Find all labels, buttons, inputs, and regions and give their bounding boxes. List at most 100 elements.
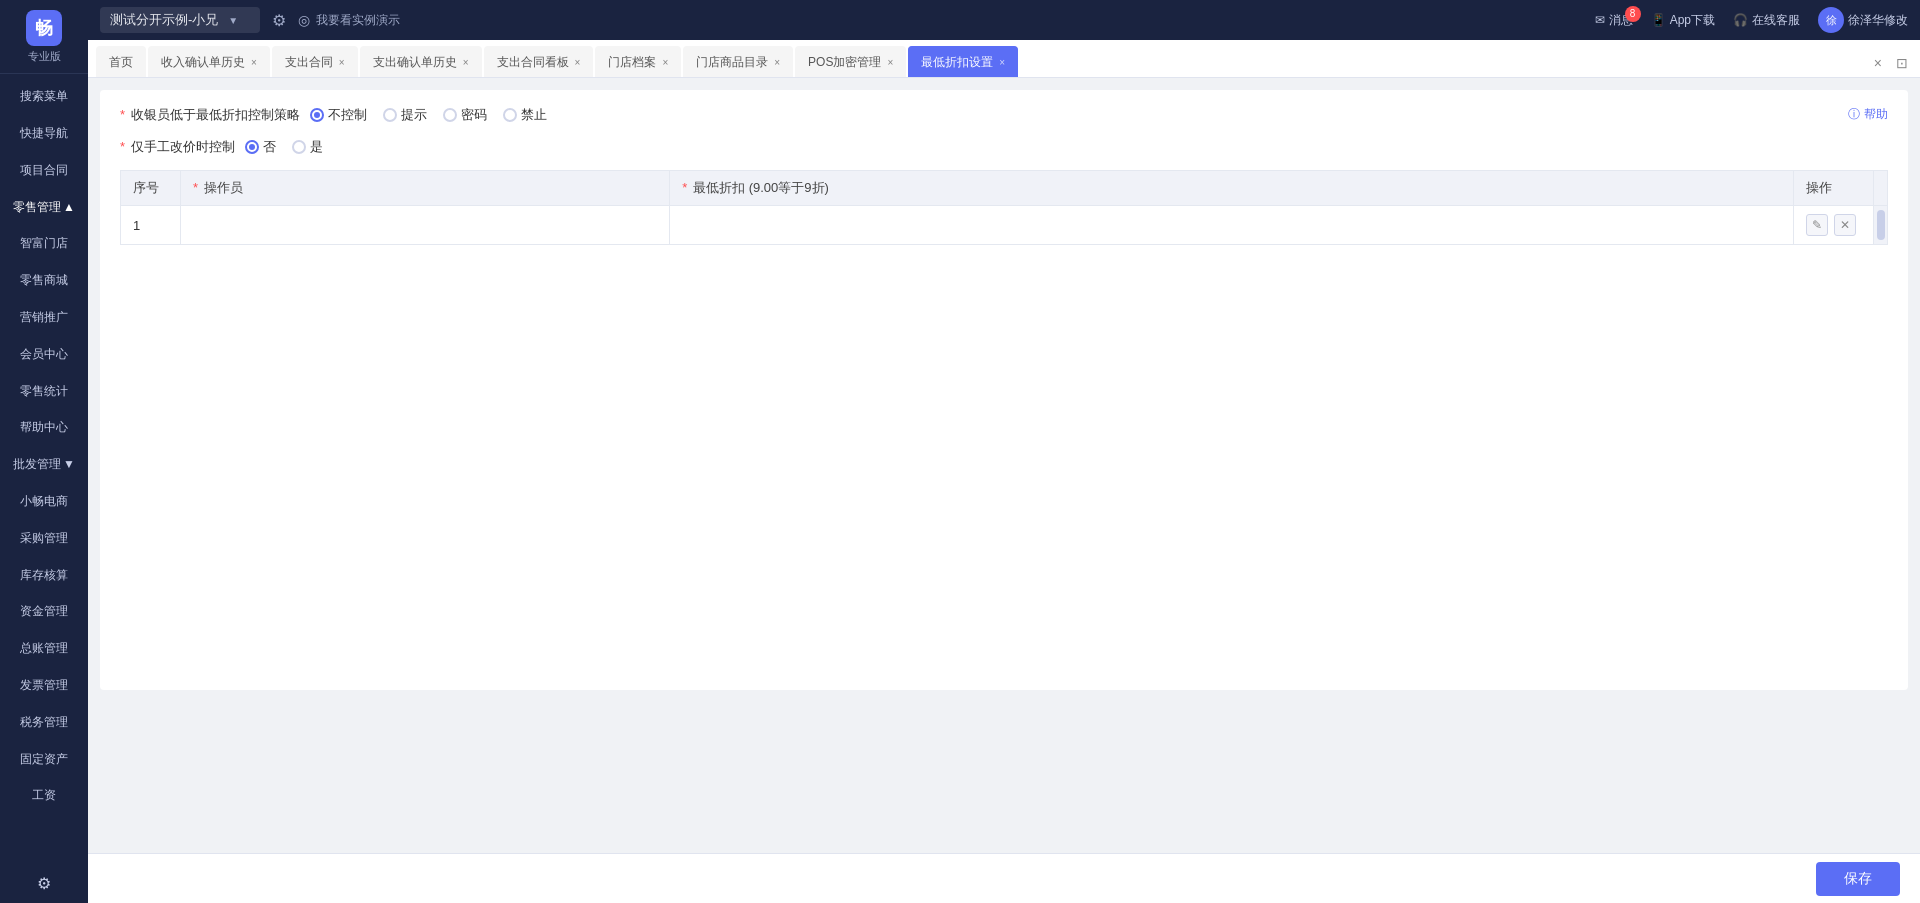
sidebar-item-assets[interactable]: 固定资产 (0, 741, 88, 778)
tab-pos-pwd[interactable]: POS加密管理 × (795, 46, 906, 78)
tab-min-discount[interactable]: 最低折扣设置 × (908, 46, 1018, 78)
sidebar-item-contract[interactable]: 项目合同 (0, 152, 88, 189)
tab-min-discount-label: 最低折扣设置 (921, 54, 993, 71)
tab-expense-confirm-history-label: 支出确认单历史 (373, 54, 457, 71)
tab-store-product-label: 门店商品目录 (696, 54, 768, 71)
messages-badge: 8 (1625, 6, 1641, 22)
tab-expense-contract-board[interactable]: 支出合同看板 × (484, 46, 594, 78)
manual-price-label: * 仅手工改价时控制 (120, 138, 235, 156)
col-min-discount-header: * 最低折扣 (9.00等于9折) (670, 171, 1794, 206)
sidebar-item-salary[interactable]: 工资 (0, 777, 88, 814)
discount-control-label: * 收银员低于最低折扣控制策略 (120, 106, 300, 124)
project-name: 测试分开示例-小兄 (110, 11, 218, 29)
sidebar-item-smart-store[interactable]: 智富门店 (0, 225, 88, 262)
tab-expense-confirm-history-close[interactable]: × (463, 57, 469, 68)
help-label: 帮助 (1864, 106, 1888, 123)
maximize-tab-button[interactable]: ⊡ (1892, 53, 1912, 73)
online-support-button[interactable]: 🎧 在线客服 (1733, 12, 1800, 29)
messages-button[interactable]: ✉ 消息 8 (1595, 12, 1633, 29)
sidebar-item-wholesale[interactable]: 批发管理 ▼ (0, 446, 88, 483)
tabbar: 首页 收入确认单历史 × 支出合同 × 支出确认单历史 × 支出合同看板 × 门… (88, 40, 1920, 78)
sidebar-bottom: ⚙ (0, 864, 88, 903)
radio-manual-yes[interactable]: 是 (292, 138, 323, 156)
sidebar-item-search[interactable]: 搜索菜单 (0, 78, 88, 115)
help-button[interactable]: ⓘ 帮助 (1848, 106, 1888, 123)
sidebar-item-purchase[interactable]: 采购管理 (0, 520, 88, 557)
sidebar-item-ecommerce[interactable]: 小畅电商 (0, 483, 88, 520)
avatar: 徐 (1818, 7, 1844, 33)
tab-expense-contract-board-label: 支出合同看板 (497, 54, 569, 71)
help-circle-icon: ⓘ (1848, 106, 1860, 123)
tab-expense-contract-close[interactable]: × (339, 57, 345, 68)
tab-income-history-label: 收入确认单历史 (161, 54, 245, 71)
content-area: ⓘ 帮助 * 收银员低于最低折扣控制策略 不控制 提示 (88, 78, 1920, 853)
tab-expense-confirm-history[interactable]: 支出确认单历史 × (360, 46, 482, 78)
sidebar-item-inventory[interactable]: 库存核算 (0, 557, 88, 594)
delete-row-button[interactable]: ✕ (1834, 214, 1856, 236)
tab-min-discount-close[interactable]: × (999, 57, 1005, 68)
tab-expense-contract-board-close[interactable]: × (575, 57, 581, 68)
col-scrollbar-header (1874, 171, 1888, 206)
sidebar-item-member[interactable]: 会员中心 (0, 336, 88, 373)
radio-no-control-circle (310, 108, 324, 122)
chevron-up-icon: ▲ (63, 199, 75, 216)
tabbar-actions: × ⊡ (1870, 53, 1912, 77)
scrollbar-handle (1877, 210, 1885, 240)
tab-store-product[interactable]: 门店商品目录 × (683, 46, 793, 78)
topbar-settings-button[interactable]: ⚙ (272, 11, 286, 30)
radio-forbid-circle (503, 108, 517, 122)
radio-manual-yes-circle (292, 140, 306, 154)
sidebar-item-quicknav[interactable]: 快捷导航 (0, 115, 88, 152)
radio-password[interactable]: 密码 (443, 106, 487, 124)
close-tab-button[interactable]: × (1870, 53, 1886, 73)
sidebar-item-help[interactable]: 帮助中心 (0, 409, 88, 446)
sidebar-item-marketing[interactable]: 营销推广 (0, 299, 88, 336)
user-menu-button[interactable]: 徐 徐泽华修改 (1818, 7, 1908, 33)
sidebar-item-funds[interactable]: 资金管理 (0, 593, 88, 630)
app-download-label: App下载 (1670, 12, 1715, 29)
topbar: 测试分开示例-小兄 ▼ ⚙ ◎ 我要看实例演示 ✉ 消息 8 📱 App下载 🎧… (88, 0, 1920, 40)
sidebar-item-stats[interactable]: 零售统计 (0, 373, 88, 410)
radio-forbid[interactable]: 禁止 (503, 106, 547, 124)
main-area: 测试分开示例-小兄 ▼ ⚙ ◎ 我要看实例演示 ✉ 消息 8 📱 App下载 🎧… (88, 0, 1920, 903)
demo-link[interactable]: ◎ 我要看实例演示 (298, 12, 400, 29)
radio-hint-circle (383, 108, 397, 122)
radio-hint[interactable]: 提示 (383, 106, 427, 124)
sidebar-item-retail[interactable]: 零售管理 ▲ (0, 189, 88, 226)
project-selector[interactable]: 测试分开示例-小兄 ▼ (100, 7, 260, 33)
user-name: 徐泽华修改 (1848, 12, 1908, 29)
tab-store-archive-close[interactable]: × (662, 57, 668, 68)
cell-operator[interactable] (181, 206, 670, 245)
discount-control-row: * 收银员低于最低折扣控制策略 不控制 提示 密码 (120, 106, 1888, 124)
tab-income-history-close[interactable]: × (251, 57, 257, 68)
app-download-button[interactable]: 📱 App下载 (1651, 12, 1715, 29)
page-card: ⓘ 帮助 * 收银员低于最低折扣控制策略 不控制 提示 (100, 90, 1908, 690)
sidebar-item-tax[interactable]: 税务管理 (0, 704, 88, 741)
col-actions-header: 操作 (1794, 171, 1874, 206)
sidebar-item-ledger[interactable]: 总账管理 (0, 630, 88, 667)
col-seq-header: 序号 (121, 171, 181, 206)
sidebar-settings-button[interactable]: ⚙ (37, 874, 51, 893)
tab-expense-contract[interactable]: 支出合同 × (272, 46, 358, 78)
save-button[interactable]: 保存 (1816, 862, 1900, 896)
tab-income-history[interactable]: 收入确认单历史 × (148, 46, 270, 78)
tab-store-archive[interactable]: 门店档案 × (595, 46, 681, 78)
manual-price-row: * 仅手工改价时控制 否 是 (120, 138, 1888, 156)
tab-pos-pwd-close[interactable]: × (887, 57, 893, 68)
radio-no-control[interactable]: 不控制 (310, 106, 367, 124)
radio-password-circle (443, 108, 457, 122)
tab-expense-contract-label: 支出合同 (285, 54, 333, 71)
radio-manual-no[interactable]: 否 (245, 138, 276, 156)
edit-row-button[interactable]: ✎ (1806, 214, 1828, 236)
sidebar-item-online-store[interactable]: 零售商城 (0, 262, 88, 299)
play-icon: ◎ (298, 12, 310, 28)
sidebar: 畅 专业版 搜索菜单 快捷导航 项目合同 零售管理 ▲ 智富门店 零售商城 营销… (0, 0, 88, 903)
tab-store-archive-label: 门店档案 (608, 54, 656, 71)
table-row: 1 ✎ ✕ (121, 206, 1888, 245)
tab-home[interactable]: 首页 (96, 46, 146, 78)
tab-store-product-close[interactable]: × (774, 57, 780, 68)
cell-min-discount[interactable] (670, 206, 1794, 245)
tab-home-label: 首页 (109, 54, 133, 71)
discount-table: 序号 * 操作员 * 最低折扣 (9.00等于9折) 操作 (120, 170, 1888, 245)
sidebar-item-invoice[interactable]: 发票管理 (0, 667, 88, 704)
